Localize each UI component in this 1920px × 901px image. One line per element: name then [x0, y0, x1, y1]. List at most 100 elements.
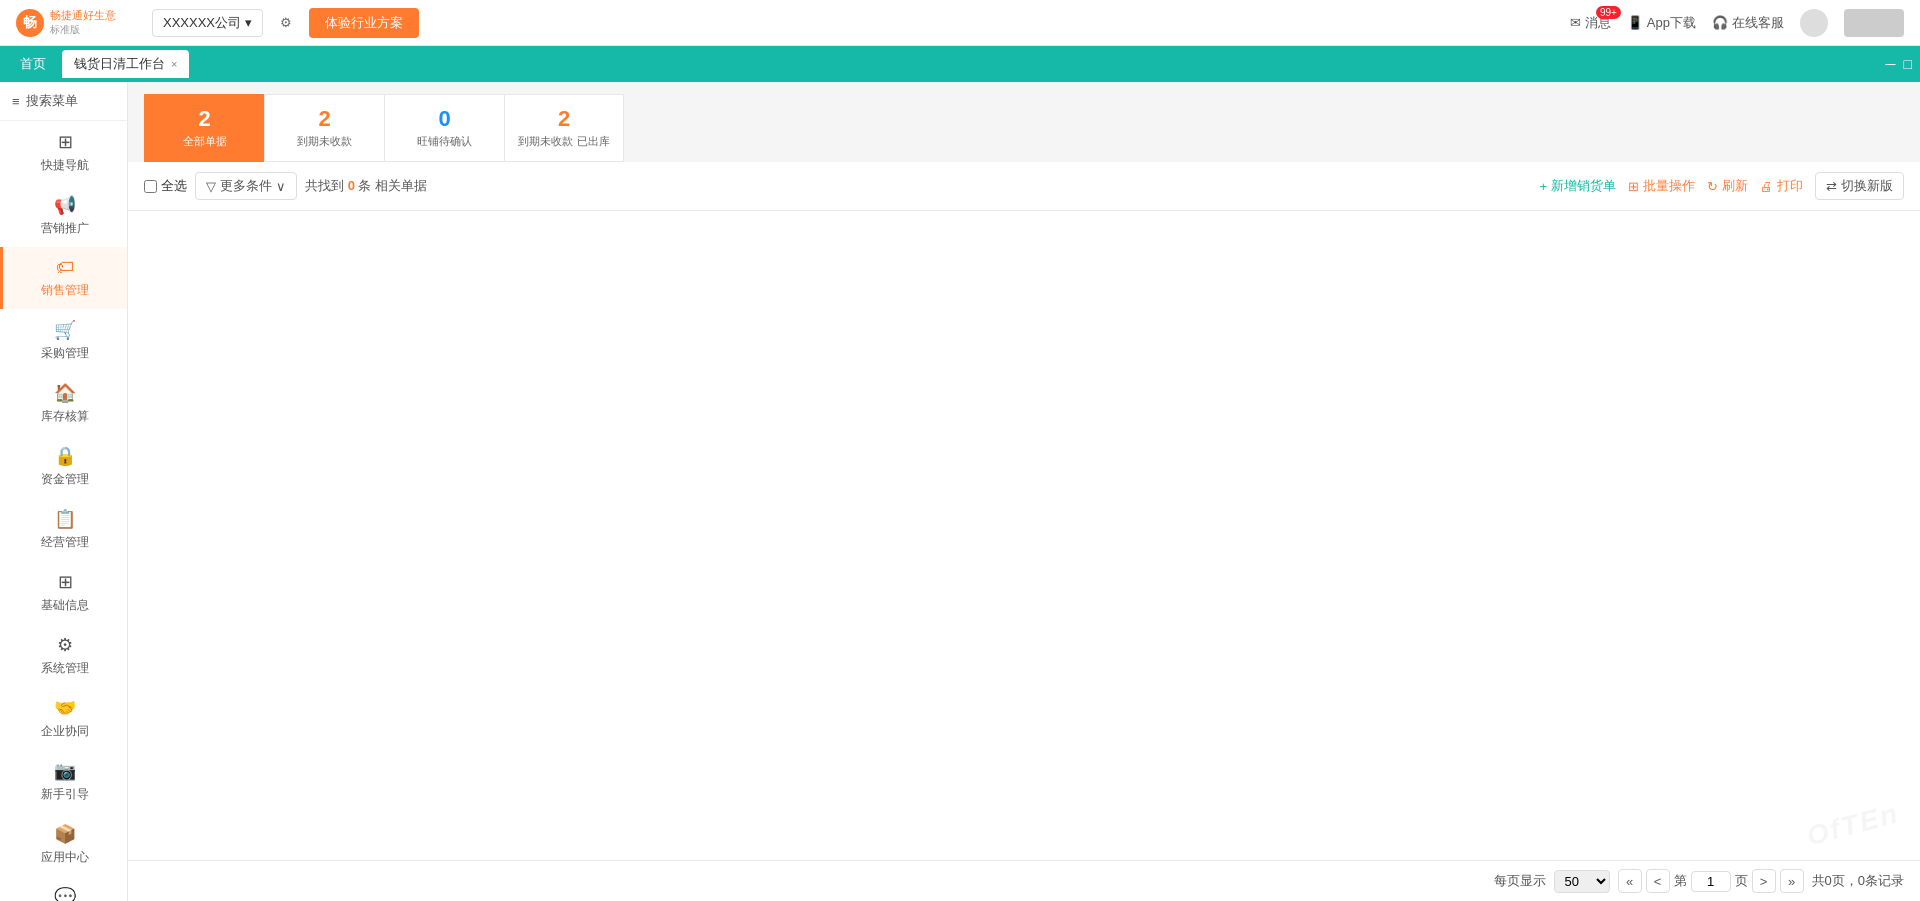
app-center-label: 应用中心	[41, 849, 89, 866]
operation-icon: 📋	[54, 508, 76, 530]
summary-label-all: 全部单据	[183, 134, 227, 149]
logo-icon: 畅	[16, 9, 44, 37]
batch-label: 批量操作	[1643, 177, 1695, 195]
print-button[interactable]: 🖨 打印	[1760, 177, 1803, 195]
message-icon: ✉	[1570, 15, 1581, 30]
company-selector[interactable]: XXXXXX公司 ▾	[152, 9, 263, 37]
summary-label-overdue-out: 到期未收款 已出库	[518, 134, 609, 149]
app-download-button[interactable]: 📱 App下载	[1627, 14, 1696, 32]
found-text: 共找到 0 条 相关单据	[305, 177, 427, 195]
finance-icon: 🔒	[54, 445, 76, 467]
summary-num-overdue: 2	[318, 108, 330, 130]
tab-active[interactable]: 钱货日清工作台 ×	[62, 50, 189, 78]
purchase-label: 采购管理	[41, 345, 89, 362]
switch-version-button[interactable]: ⇄ 切换新版	[1815, 172, 1904, 200]
found-unit: 条	[358, 178, 371, 193]
summary-num-all: 2	[198, 108, 210, 130]
logo-area: 畅 畅捷通好生意 标准版	[16, 0, 144, 45]
next-page-button[interactable]: >	[1752, 869, 1776, 893]
inventory-label: 库存核算	[41, 408, 89, 425]
last-page-button[interactable]: »	[1780, 869, 1804, 893]
tab-home[interactable]: 首页	[8, 50, 58, 78]
guide-label: 新手引导	[41, 786, 89, 803]
page-label2: 页	[1735, 872, 1748, 890]
sidebar-item-wechat[interactable]: 💬 企业微信	[0, 876, 127, 901]
sidebar-item-purchase[interactable]: 🛒 采购管理	[0, 309, 127, 372]
gear-icon: ⚙	[280, 15, 292, 30]
tab-close-icon[interactable]: ×	[171, 58, 177, 70]
search-menu-label: 搜索菜单	[26, 92, 78, 110]
guide-icon: 📷	[54, 760, 76, 782]
toolbar-left: 全选 ▽ 更多条件 ∨ 共找到 0 条 相关单据	[144, 172, 427, 200]
refresh-label: 刷新	[1722, 177, 1748, 195]
download-icon: 📱	[1627, 15, 1643, 30]
tab-minimize-icon[interactable]: ─	[1886, 56, 1896, 72]
page-label: 第	[1674, 872, 1687, 890]
basic-icon: ⊞	[58, 571, 73, 593]
marketing-icon: 📢	[54, 194, 76, 216]
avatar[interactable]	[1800, 9, 1828, 37]
sidebar-item-operation[interactable]: 📋 经营管理	[0, 498, 127, 561]
summary-card-overdue[interactable]: 2 到期未收款	[264, 94, 384, 162]
select-all-checkbox[interactable]: 全选	[144, 177, 187, 195]
logo-sub: 标准版	[50, 23, 116, 37]
settings-button[interactable]: ⚙	[271, 8, 301, 38]
header-right: ✉ 消息 99+ 📱 App下载 🎧 在线客服	[1570, 9, 1904, 37]
main-layout: ≡ 搜索菜单 ⊞ 快捷导航 📢 营销推广 🏷 销售管理 🛒 采购管理 🏠 库存核…	[0, 82, 1920, 901]
tab-bar-controls: ─ □	[1886, 56, 1912, 72]
filter-icon: ▽	[206, 179, 216, 194]
page-size-select[interactable]: 20 50 100	[1554, 870, 1610, 893]
top-header: 畅 畅捷通好生意 标准版 XXXXXX公司 ▾ ⚙ 体验行业方案 ✉ 消息 99…	[0, 0, 1920, 46]
sidebar-item-quick-nav[interactable]: ⊞ 快捷导航	[0, 121, 127, 184]
summary-card-all[interactable]: 2 全部单据	[144, 94, 264, 162]
total-records: 共0页，0条记录	[1812, 872, 1904, 890]
sidebar-item-finance[interactable]: 🔒 资金管理	[0, 435, 127, 498]
refresh-button[interactable]: ↻ 刷新	[1707, 177, 1748, 195]
filter-button[interactable]: ▽ 更多条件 ∨	[195, 172, 297, 200]
filter-label: 更多条件	[220, 177, 272, 195]
print-label: 打印	[1777, 177, 1803, 195]
page-input[interactable]	[1691, 871, 1731, 892]
cooperation-icon: 🤝	[54, 697, 76, 719]
sidebar-item-basic[interactable]: ⊞ 基础信息	[0, 561, 127, 624]
batch-operation-button[interactable]: ⊞ 批量操作	[1628, 177, 1695, 195]
sidebar-item-system[interactable]: ⚙ 系统管理	[0, 624, 127, 687]
footer: 每页显示 20 50 100 « < 第 页 > » 共0页，0条记录	[128, 860, 1920, 901]
messages-button[interactable]: ✉ 消息 99+	[1570, 14, 1611, 32]
prev-page-button[interactable]: <	[1646, 869, 1670, 893]
summary-card-pending[interactable]: 0 旺铺待确认	[384, 94, 504, 162]
app-download-label: App下载	[1647, 14, 1696, 32]
sidebar-item-inventory[interactable]: 🏠 库存核算	[0, 372, 127, 435]
sidebar: ≡ 搜索菜单 ⊞ 快捷导航 📢 营销推广 🏷 销售管理 🛒 采购管理 🏠 库存核…	[0, 82, 128, 901]
sidebar-item-marketing[interactable]: 📢 营销推广	[0, 184, 127, 247]
quick-nav-icon: ⊞	[58, 131, 73, 153]
toolbar-right: + 新增销货单 ⊞ 批量操作 ↻ 刷新 🖨 打印 ⇄ 切换新版	[1539, 172, 1904, 200]
first-page-button[interactable]: «	[1618, 869, 1642, 893]
sidebar-item-cooperation[interactable]: 🤝 企业协同	[0, 687, 127, 750]
select-all-input[interactable]	[144, 180, 157, 193]
online-service-button[interactable]: 🎧 在线客服	[1712, 14, 1784, 32]
add-sales-button[interactable]: + 新增销货单	[1539, 177, 1616, 195]
add-label: 新增销货单	[1551, 177, 1616, 195]
search-menu-button[interactable]: ≡ 搜索菜单	[0, 82, 127, 121]
filter-chevron-icon: ∨	[276, 179, 286, 194]
tab-bar: 首页 钱货日清工作台 × ─ □	[0, 46, 1920, 82]
logo-name: 畅捷通好生意	[50, 8, 116, 22]
summary-card-overdue-out[interactable]: 2 到期未收款 已出库	[504, 94, 624, 162]
sidebar-item-guide[interactable]: 📷 新手引导	[0, 750, 127, 813]
wechat-icon: 💬	[54, 886, 76, 901]
trial-button[interactable]: 体验行业方案	[309, 8, 419, 38]
select-all-label: 全选	[161, 177, 187, 195]
tab-maximize-icon[interactable]: □	[1904, 56, 1912, 72]
sidebar-item-app-center[interactable]: 📦 应用中心	[0, 813, 127, 876]
sidebar-item-sales[interactable]: 🏷 销售管理	[0, 247, 127, 309]
sales-icon: 🏷	[56, 257, 74, 278]
avatar2[interactable]	[1844, 9, 1904, 37]
refresh-icon: ↻	[1707, 179, 1718, 194]
summary-bar: 2 全部单据 2 到期未收款 0 旺铺待确认 2 到期未收款 已出库	[128, 82, 1920, 162]
home-tab-label: 首页	[20, 55, 46, 73]
summary-num-overdue-out: 2	[558, 108, 570, 130]
summary-label-overdue: 到期未收款	[297, 134, 352, 149]
quick-nav-label: 快捷导航	[41, 157, 89, 174]
cooperation-label: 企业协同	[41, 723, 89, 740]
